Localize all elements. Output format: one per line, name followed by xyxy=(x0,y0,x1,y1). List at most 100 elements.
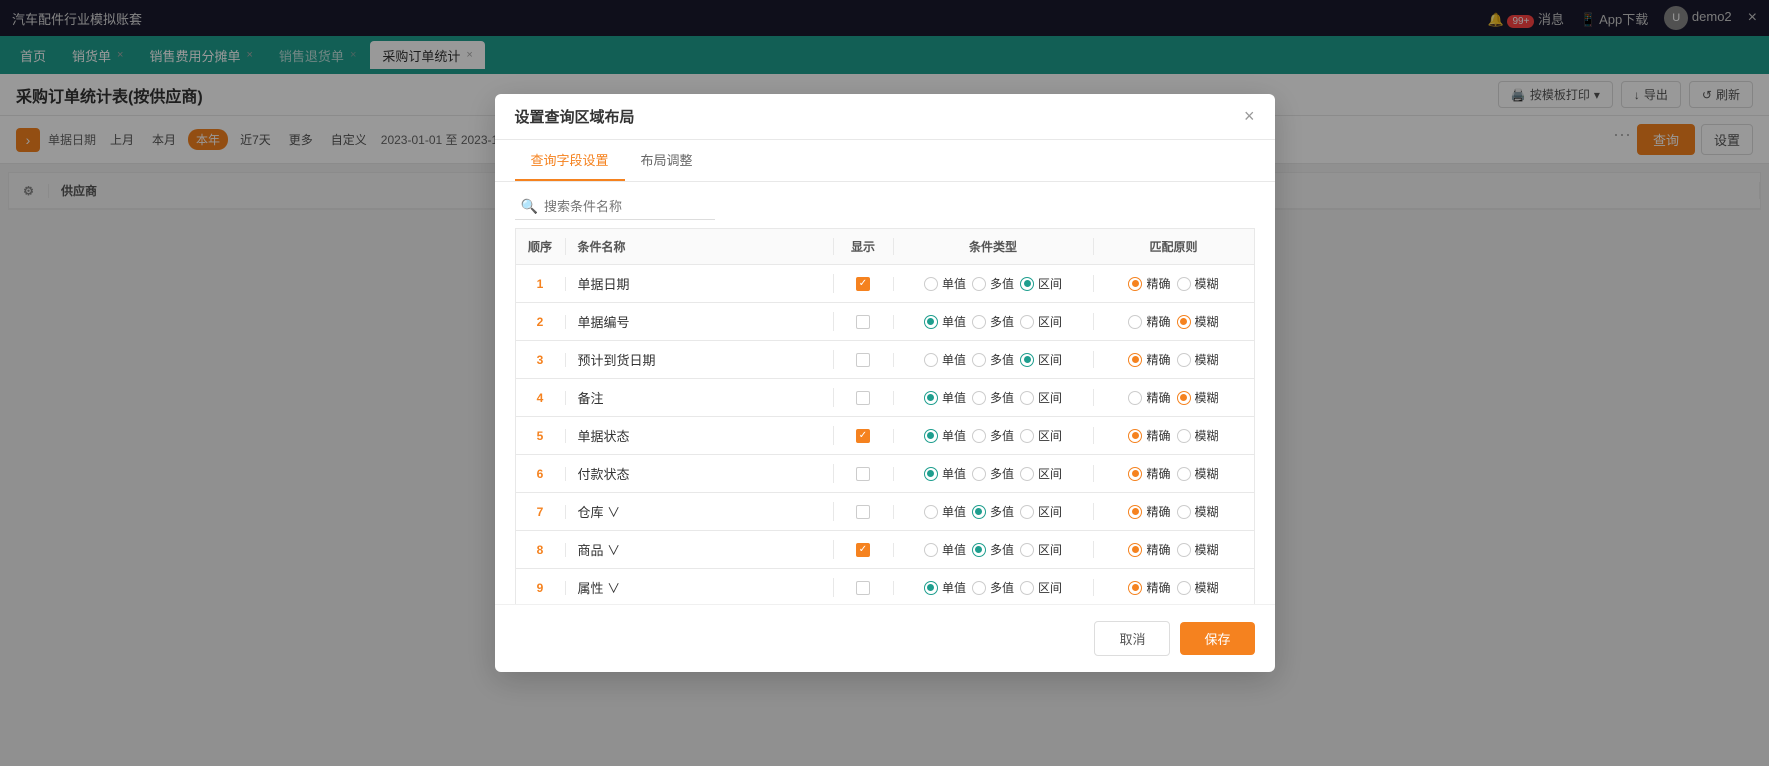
radio-multi[interactable] xyxy=(972,543,986,557)
radio-exact[interactable] xyxy=(1128,277,1142,291)
radio-exact[interactable] xyxy=(1128,353,1142,367)
type-range-group[interactable]: 区间 xyxy=(1020,389,1062,406)
radio-range[interactable] xyxy=(1020,429,1034,443)
radio-fuzzy[interactable] xyxy=(1177,467,1191,481)
radio-range[interactable] xyxy=(1020,353,1034,367)
type-single-group[interactable]: 单值 xyxy=(924,503,966,520)
radio-fuzzy[interactable] xyxy=(1177,505,1191,519)
cell-display[interactable]: ✓ xyxy=(834,429,894,443)
type-range-group[interactable]: 区间 xyxy=(1020,275,1062,292)
type-single-group[interactable]: 单值 xyxy=(924,427,966,444)
match-exact-group[interactable]: 精确 xyxy=(1128,503,1170,520)
radio-single[interactable] xyxy=(924,391,938,405)
radio-single[interactable] xyxy=(924,429,938,443)
radio-exact[interactable] xyxy=(1128,391,1142,405)
radio-fuzzy[interactable] xyxy=(1177,315,1191,329)
radio-exact[interactable] xyxy=(1128,429,1142,443)
type-multi-group[interactable]: 多值 xyxy=(972,465,1014,482)
type-multi-group[interactable]: 多值 xyxy=(972,503,1014,520)
match-exact-group[interactable]: 精确 xyxy=(1128,275,1170,292)
cell-display[interactable]: ✓ xyxy=(834,543,894,557)
type-single-group[interactable]: 单值 xyxy=(924,465,966,482)
radio-fuzzy[interactable] xyxy=(1177,277,1191,291)
radio-multi[interactable] xyxy=(972,391,986,405)
radio-range[interactable] xyxy=(1020,505,1034,519)
type-range-group[interactable]: 区间 xyxy=(1020,313,1062,330)
match-fuzzy-group[interactable]: 模糊 xyxy=(1177,275,1219,292)
type-range-group[interactable]: 区间 xyxy=(1020,579,1062,596)
cell-display[interactable]: ✓ xyxy=(834,277,894,291)
match-exact-group[interactable]: 精确 xyxy=(1128,427,1170,444)
cancel-button[interactable]: 取消 xyxy=(1094,621,1170,656)
type-single-group[interactable]: 单值 xyxy=(924,275,966,292)
display-checkbox[interactable] xyxy=(856,353,870,367)
search-input[interactable] xyxy=(544,199,694,214)
match-exact-group[interactable]: 精确 xyxy=(1128,465,1170,482)
radio-fuzzy[interactable] xyxy=(1177,429,1191,443)
radio-single[interactable] xyxy=(924,505,938,519)
type-multi-group[interactable]: 多值 xyxy=(972,351,1014,368)
radio-fuzzy[interactable] xyxy=(1177,543,1191,557)
type-multi-group[interactable]: 多值 xyxy=(972,541,1014,558)
radio-multi[interactable] xyxy=(972,429,986,443)
cell-display[interactable] xyxy=(834,581,894,595)
cell-display[interactable] xyxy=(834,505,894,519)
dialog-tab-layout-adjust[interactable]: 布局调整 xyxy=(625,140,709,181)
display-checkbox[interactable]: ✓ xyxy=(856,543,870,557)
radio-range[interactable] xyxy=(1020,277,1034,291)
radio-single[interactable] xyxy=(924,543,938,557)
radio-exact[interactable] xyxy=(1128,315,1142,329)
display-checkbox[interactable]: ✓ xyxy=(856,277,870,291)
match-exact-group[interactable]: 精确 xyxy=(1128,313,1170,330)
type-single-group[interactable]: 单值 xyxy=(924,313,966,330)
match-exact-group[interactable]: 精确 xyxy=(1128,389,1170,406)
display-checkbox[interactable] xyxy=(856,315,870,329)
match-exact-group[interactable]: 精确 xyxy=(1128,579,1170,596)
type-single-group[interactable]: 单值 xyxy=(924,541,966,558)
match-exact-group[interactable]: 精确 xyxy=(1128,351,1170,368)
radio-range[interactable] xyxy=(1020,581,1034,595)
save-button[interactable]: 保存 xyxy=(1180,622,1254,655)
radio-multi[interactable] xyxy=(972,505,986,519)
match-fuzzy-group[interactable]: 模糊 xyxy=(1177,541,1219,558)
match-fuzzy-group[interactable]: 模糊 xyxy=(1177,503,1219,520)
type-single-group[interactable]: 单值 xyxy=(924,389,966,406)
dialog-close-button[interactable]: × xyxy=(1244,106,1255,127)
match-fuzzy-group[interactable]: 模糊 xyxy=(1177,465,1219,482)
radio-single[interactable] xyxy=(924,315,938,329)
radio-single[interactable] xyxy=(924,353,938,367)
radio-fuzzy[interactable] xyxy=(1177,353,1191,367)
radio-fuzzy[interactable] xyxy=(1177,391,1191,405)
cell-display[interactable] xyxy=(834,315,894,329)
display-checkbox[interactable] xyxy=(856,391,870,405)
radio-exact[interactable] xyxy=(1128,505,1142,519)
radio-range[interactable] xyxy=(1020,391,1034,405)
radio-single[interactable] xyxy=(924,581,938,595)
cell-display[interactable] xyxy=(834,353,894,367)
match-fuzzy-group[interactable]: 模糊 xyxy=(1177,427,1219,444)
type-multi-group[interactable]: 多值 xyxy=(972,313,1014,330)
radio-exact[interactable] xyxy=(1128,543,1142,557)
type-multi-group[interactable]: 多值 xyxy=(972,427,1014,444)
cell-display[interactable] xyxy=(834,467,894,481)
display-checkbox[interactable] xyxy=(856,581,870,595)
type-single-group[interactable]: 单值 xyxy=(924,579,966,596)
match-fuzzy-group[interactable]: 模糊 xyxy=(1177,313,1219,330)
type-range-group[interactable]: 区间 xyxy=(1020,427,1062,444)
radio-multi[interactable] xyxy=(972,277,986,291)
radio-range[interactable] xyxy=(1020,467,1034,481)
radio-single[interactable] xyxy=(924,467,938,481)
radio-multi[interactable] xyxy=(972,315,986,329)
radio-range[interactable] xyxy=(1020,543,1034,557)
radio-multi[interactable] xyxy=(972,353,986,367)
match-fuzzy-group[interactable]: 模糊 xyxy=(1177,389,1219,406)
radio-range[interactable] xyxy=(1020,315,1034,329)
type-multi-group[interactable]: 多值 xyxy=(972,275,1014,292)
type-multi-group[interactable]: 多值 xyxy=(972,389,1014,406)
type-range-group[interactable]: 区间 xyxy=(1020,503,1062,520)
type-range-group[interactable]: 区间 xyxy=(1020,351,1062,368)
radio-exact[interactable] xyxy=(1128,467,1142,481)
type-multi-group[interactable]: 多值 xyxy=(972,579,1014,596)
match-fuzzy-group[interactable]: 模糊 xyxy=(1177,579,1219,596)
cell-display[interactable] xyxy=(834,391,894,405)
